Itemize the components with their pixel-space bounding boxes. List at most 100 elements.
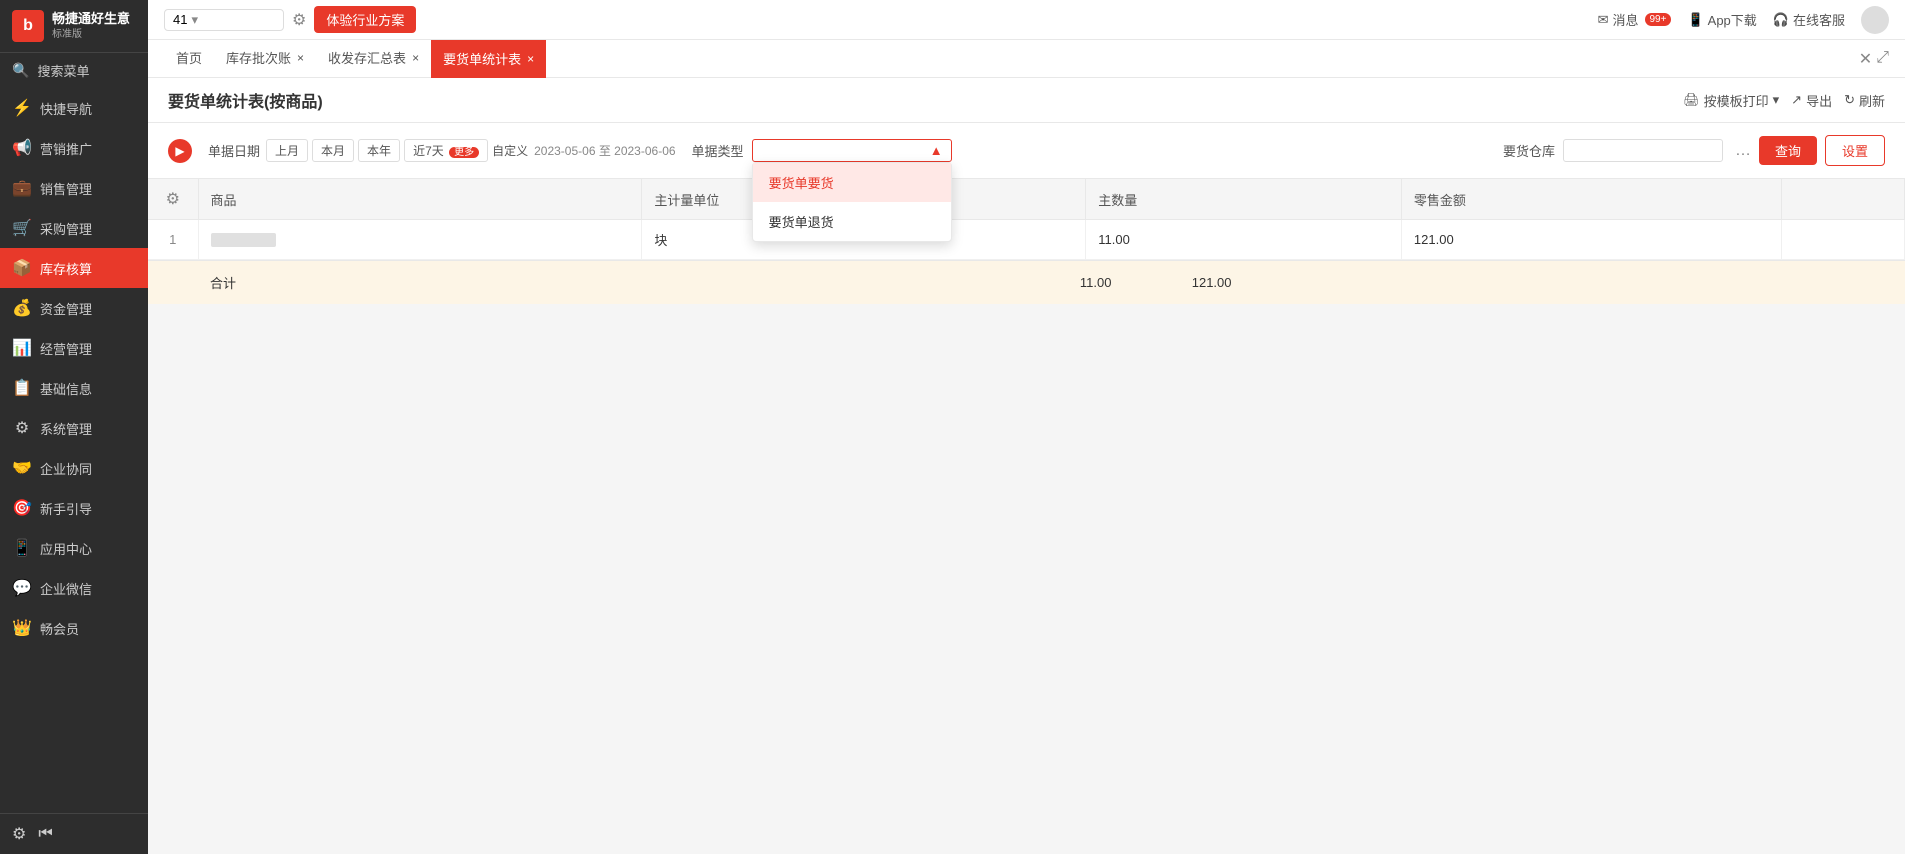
logo-text: 畅捷通好生意 标准版 bbox=[52, 10, 130, 42]
col-amount: 零售金额 bbox=[1401, 179, 1781, 220]
topbar-right: ✉ 消息 99+ 📱 App下载 🎧 在线客服 bbox=[1598, 6, 1889, 34]
col-settings-icon[interactable]: ⚙ bbox=[166, 189, 180, 209]
filter-settings-button[interactable]: 设置 bbox=[1825, 135, 1885, 166]
nav-icon-9: ⚙ bbox=[12, 418, 32, 438]
logo-icon: b bbox=[12, 10, 44, 42]
tab-home[interactable]: 首页 bbox=[164, 40, 214, 78]
type-select[interactable]: ▲ bbox=[752, 139, 952, 162]
sidebar-item-8[interactable]: 📋基础信息 bbox=[0, 368, 148, 408]
nav-label-12: 应用中心 bbox=[40, 539, 92, 558]
app-download-action[interactable]: 📱 App下载 bbox=[1687, 10, 1756, 29]
sidebar: b 畅捷通好生意 标准版 🔍 搜索菜单 ⚡快捷导航 📢 营销推广 💼 销售管理 🛒 采购管理… bbox=[0, 0, 148, 854]
nav-icon-3: 💼 bbox=[12, 178, 32, 198]
tab-close-summary[interactable]: × bbox=[412, 51, 419, 65]
table-container: ⚙ 商品 主计量单位 主数量 零售金额 1 bbox=[148, 179, 1905, 260]
sidebar-item-10[interactable]: 🤝 企业协同 bbox=[0, 448, 148, 488]
tab-close-requisition[interactable]: × bbox=[527, 52, 534, 66]
nav-label-3: 销售管理 bbox=[40, 179, 92, 198]
tabs-actions: ✕ ⤢ bbox=[1859, 49, 1889, 69]
nav-icon-14: 👑 bbox=[12, 618, 32, 638]
sidebar-item-12[interactable]: 📱应用中心 bbox=[0, 528, 148, 568]
online-service-action[interactable]: 🎧 在线客服 bbox=[1773, 10, 1845, 29]
warehouse-more-icon[interactable]: … bbox=[1735, 142, 1751, 160]
nav-icon-2: 📢 bbox=[12, 138, 32, 158]
type-dropdown-icon: ▲ bbox=[930, 143, 943, 158]
nav-label-7: 经营管理 bbox=[40, 339, 92, 358]
search-icon: 🔍 bbox=[12, 62, 29, 79]
main-area: 41 ▾ ⚙ 体验行业方案 ✉ 消息 99+ 📱 App下载 🎧 在线客服 bbox=[148, 0, 1905, 854]
tab-requisition-stats[interactable]: 要货单统计表 × bbox=[431, 40, 546, 78]
tab-inventory-summary[interactable]: 收发存汇总表 × bbox=[316, 40, 431, 78]
date-buttons: 上月 本月 本年 近7天 更多 自定义 bbox=[266, 139, 528, 162]
last-7days-btn[interactable]: 近7天 更多 bbox=[404, 139, 488, 162]
nav-label-4: 采购管理 bbox=[40, 219, 92, 238]
nav-icon-4: 🛒 bbox=[12, 218, 32, 238]
sidebar-item-1[interactable]: ⚡快捷导航 bbox=[0, 88, 148, 128]
last-month-btn[interactable]: 上月 bbox=[266, 139, 308, 162]
page-header: 要货单统计表(按商品) 🖨 按模板打印 ▾ ↗ 导出 ↻ 刷新 bbox=[148, 78, 1905, 123]
sidebar-item-13[interactable]: 💬 企业微信 bbox=[0, 568, 148, 608]
warehouse-value bbox=[1572, 143, 1692, 158]
footer-settings-icon[interactable]: ⚙ bbox=[12, 824, 26, 844]
nav-label-11: 新手引导 bbox=[40, 499, 92, 518]
sidebar-item-4[interactable]: 🛒 采购管理 bbox=[0, 208, 148, 248]
nav-label-6: 资金管理 bbox=[40, 299, 92, 318]
product-blurred bbox=[211, 233, 276, 247]
filter-expand-button[interactable]: ▶ bbox=[168, 139, 192, 163]
table-footer: 合计 11.00 121.00 bbox=[148, 260, 1905, 304]
nav-icon-7: 📊 bbox=[12, 338, 32, 358]
print-button[interactable]: 🖨 按模板打印 ▾ bbox=[1683, 91, 1779, 110]
user-avatar[interactable] bbox=[1861, 6, 1889, 34]
footer-collapse-icon[interactable]: ⏮ bbox=[38, 825, 52, 843]
footer-label: 合计 bbox=[198, 273, 884, 292]
dropdown-item-return[interactable]: 要货单退货 bbox=[753, 202, 951, 241]
nav-label-5: 库存核算 bbox=[40, 259, 92, 278]
nav-icon-10: 🤝 bbox=[12, 458, 32, 478]
search-menu-item[interactable]: 🔍 搜索菜单 bbox=[0, 53, 148, 88]
warehouse-select[interactable] bbox=[1563, 139, 1723, 162]
nav-label-13: 企业微信 bbox=[40, 579, 92, 598]
export-button[interactable]: ↗ 导出 bbox=[1791, 91, 1832, 110]
table-header-row: ⚙ 商品 主计量单位 主数量 零售金额 bbox=[148, 179, 1905, 220]
nav-label-2: 营销推广 bbox=[40, 139, 92, 158]
type-filter-group: 单据类型 ▲ 要货单要货 要货单退货 bbox=[692, 139, 952, 162]
dropdown-item-requisition[interactable]: 要货单要货 bbox=[753, 163, 951, 202]
this-month-btn[interactable]: 本月 bbox=[312, 139, 354, 162]
tabs-fullscreen-btn[interactable]: ⤢ bbox=[1876, 49, 1889, 69]
this-year-btn[interactable]: 本年 bbox=[358, 139, 400, 162]
sidebar-item-9[interactable]: ⚙系统管理 bbox=[0, 408, 148, 448]
sidebar-item-14[interactable]: 👑畅会员 bbox=[0, 608, 148, 648]
sidebar-item-3[interactable]: 💼 销售管理 bbox=[0, 168, 148, 208]
query-button[interactable]: 查询 bbox=[1759, 136, 1817, 165]
nav-icon-8: 📋 bbox=[12, 378, 32, 398]
company-name: 41 bbox=[173, 12, 187, 27]
table-body: 1 块 11.00 121.00 bbox=[148, 220, 1905, 260]
date-custom-btn[interactable]: 自定义 bbox=[492, 142, 528, 159]
row-qty: 11.00 bbox=[1086, 220, 1402, 260]
col-product: 商品 bbox=[198, 179, 642, 220]
message-badge: 99+ bbox=[1645, 13, 1672, 26]
sidebar-item-11[interactable]: 🎯新手引导 bbox=[0, 488, 148, 528]
print-icon: 🖨 bbox=[1683, 92, 1700, 108]
sidebar-item-2[interactable]: 📢 营销推广 bbox=[0, 128, 148, 168]
print-dropdown-icon: ▾ bbox=[1773, 92, 1780, 108]
messages-action[interactable]: ✉ 消息 99+ bbox=[1598, 10, 1672, 29]
message-label: 消息 bbox=[1612, 10, 1638, 29]
sidebar-item-6[interactable]: 💰 资金管理 bbox=[0, 288, 148, 328]
refresh-button[interactable]: ↻ 刷新 bbox=[1844, 91, 1885, 110]
sidebar-item-7[interactable]: 📊 经营管理 bbox=[0, 328, 148, 368]
nav-label-10: 企业协同 bbox=[40, 459, 92, 478]
type-dropdown-menu: 要货单要货 要货单退货 bbox=[752, 162, 952, 242]
topbar-settings-icon[interactable]: ⚙ bbox=[292, 10, 306, 30]
data-table: ⚙ 商品 主计量单位 主数量 零售金额 1 bbox=[148, 179, 1905, 260]
nav-icon-13: 💬 bbox=[12, 578, 32, 598]
trial-button[interactable]: 体验行业方案 bbox=[314, 6, 416, 33]
tab-batch-account[interactable]: 库存批次账 × bbox=[214, 40, 316, 78]
sidebar-item-5[interactable]: 📦库存核算 bbox=[0, 248, 148, 288]
tabs-close-all-btn[interactable]: ✕ bbox=[1859, 49, 1872, 69]
phone-icon: 📱 bbox=[1687, 12, 1703, 28]
tab-close-batch[interactable]: × bbox=[297, 51, 304, 65]
company-select[interactable]: 41 ▾ bbox=[164, 9, 284, 31]
nav-icon-6: 💰 bbox=[12, 298, 32, 318]
header-actions: 🖨 按模板打印 ▾ ↗ 导出 ↻ 刷新 bbox=[1683, 91, 1885, 110]
